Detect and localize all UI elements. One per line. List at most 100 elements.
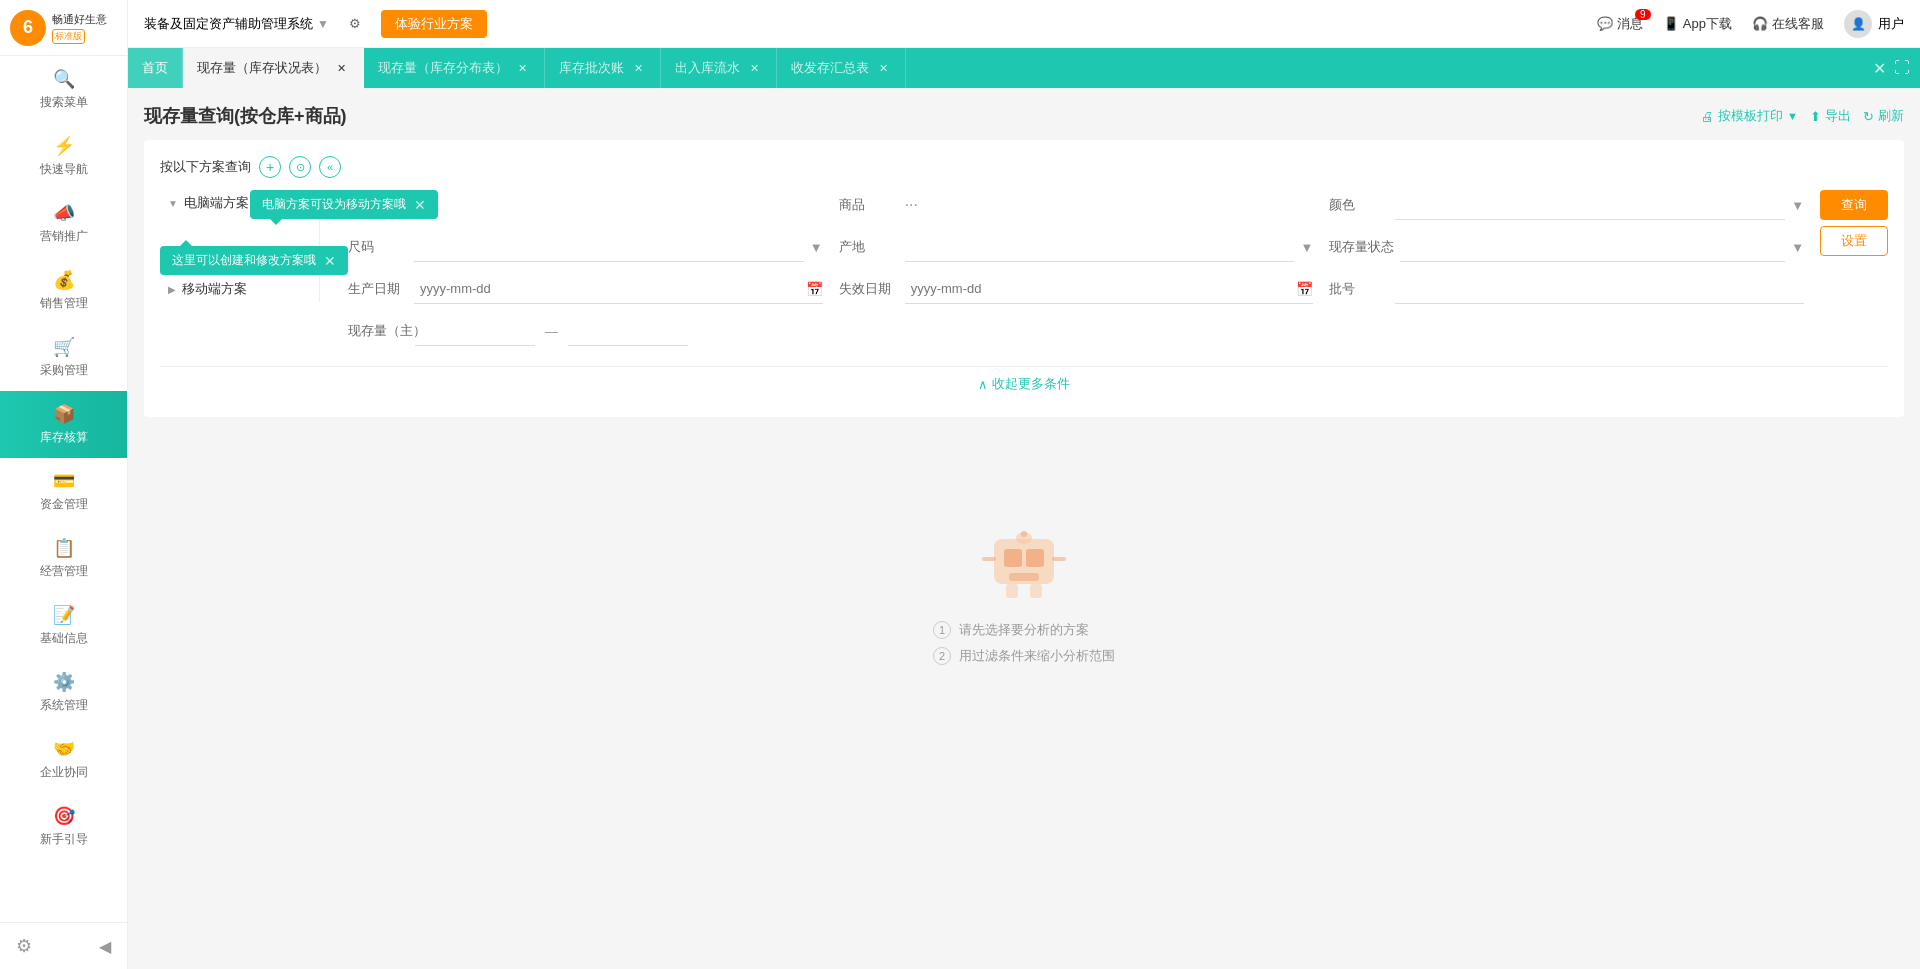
stock-qty-min-input[interactable]: [415, 316, 535, 346]
batch-input[interactable]: [1395, 274, 1804, 304]
sidebar-item-label: 销售管理: [40, 295, 88, 312]
sidebar-item-label: 搜索菜单: [40, 94, 88, 111]
color-dropdown-icon[interactable]: ▼: [1791, 198, 1804, 213]
dots-icon-2[interactable]: ···: [905, 196, 918, 214]
svg-rect-2: [1026, 549, 1044, 567]
page-actions: 🖨 按模板打印 ▼ ⬆ 导出 ↻ 刷新: [1701, 107, 1904, 125]
filter-clone-button[interactable]: ⊙: [289, 156, 311, 178]
tab-inventory-dist-label: 现存量（库存分布表）: [378, 59, 508, 77]
expand-icon[interactable]: ⛶: [1894, 59, 1910, 77]
export-button[interactable]: ⬆ 导出: [1810, 107, 1851, 125]
filter-field-color: 颜色 ▼: [1329, 190, 1804, 220]
sidebar-item-marketing[interactable]: 📣 营销推广: [0, 190, 127, 257]
sidebar-item-search[interactable]: 🔍 搜索菜单: [0, 56, 127, 123]
sidebar-item-enterprise[interactable]: 🤝 企业协同: [0, 726, 127, 793]
tooltip-pc-close[interactable]: ✕: [414, 197, 426, 213]
scheme-mobile-header[interactable]: ▶ 移动端方案: [160, 276, 307, 302]
online-service-button[interactable]: 🎧 在线客服: [1752, 15, 1824, 33]
tab-inventory-status[interactable]: 现存量（库存状况表） ✕: [183, 48, 364, 88]
stock-qty-max-input[interactable]: [568, 316, 688, 346]
collapse-label: 收起更多条件: [992, 375, 1070, 393]
svg-point-7: [1021, 531, 1027, 537]
sidebar-item-guide[interactable]: 🎯 新手引导: [0, 793, 127, 860]
filter-field-stock-status: 现存量状态 ▼: [1329, 232, 1804, 262]
size-dropdown-icon[interactable]: ▼: [810, 240, 823, 255]
goods-label: 商品: [839, 196, 899, 214]
refresh-button[interactable]: ↻ 刷新: [1863, 107, 1904, 125]
produce-date-input[interactable]: [414, 281, 806, 296]
sidebar-item-label: 营销推广: [40, 228, 88, 245]
calendar-icon-2[interactable]: 📅: [1296, 281, 1313, 297]
app-download-button[interactable]: 📱 App下载: [1663, 15, 1732, 33]
sidebar-item-system[interactable]: ⚙️ 系统管理: [0, 659, 127, 726]
empty-state: 1 请先选择要分析的方案 2 用过滤条件来缩小分析范围: [144, 429, 1904, 745]
user-menu[interactable]: 👤 用户: [1844, 10, 1904, 38]
tab-home-label: 首页: [142, 59, 168, 77]
industry-button[interactable]: 体验行业方案: [381, 10, 487, 38]
produce-date-label: 生产日期: [348, 280, 408, 298]
card-icon: 💳: [53, 470, 75, 492]
scheme-group-mobile: 这里可以创建和修改方案哦 ✕ ▶ 移动端方案: [160, 276, 307, 302]
tip-text-1: 请先选择要分析的方案: [959, 621, 1089, 639]
tab-close-batch-ledger[interactable]: ✕: [630, 60, 646, 76]
sidebar-item-finance[interactable]: 💳 资金管理: [0, 458, 127, 525]
tab-inventory-dist[interactable]: 现存量（库存分布表） ✕: [364, 48, 545, 88]
export-icon: ⬆: [1810, 109, 1821, 124]
stock-status-input[interactable]: [1400, 232, 1785, 262]
box-icon: 📦: [53, 403, 75, 425]
svg-rect-3: [1009, 573, 1039, 581]
sidebar-item-inventory[interactable]: 📦 库存核算: [0, 391, 127, 458]
phone-icon: 📱: [1663, 16, 1679, 31]
tab-close-inventory-dist[interactable]: ✕: [514, 60, 530, 76]
tip-text-2: 用过滤条件来缩小分析范围: [959, 647, 1115, 665]
sidebar-item-purchase[interactable]: 🛒 采购管理: [0, 324, 127, 391]
calendar-icon-1[interactable]: 📅: [806, 281, 823, 297]
system-selector[interactable]: 装备及固定资产辅助管理系统 ▼: [144, 15, 329, 33]
close-all-tabs-icon[interactable]: ✕: [1873, 59, 1886, 78]
origin-dropdown-icon[interactable]: ▼: [1300, 240, 1313, 255]
settings-bottom-icon[interactable]: ⚙: [16, 935, 32, 957]
search-button[interactable]: 查询: [1820, 190, 1888, 220]
empty-tip-2: 2 用过滤条件来缩小分析范围: [933, 647, 1115, 665]
chevron-down-icon: ▼: [168, 198, 178, 209]
filter-field-expire-date: 失效日期 📅: [839, 274, 1314, 304]
size-input[interactable]: [414, 232, 804, 262]
message-button[interactable]: 💬 消息 9: [1597, 15, 1643, 33]
origin-input[interactable]: [905, 232, 1295, 262]
chevron-down-icon: ▼: [317, 17, 329, 31]
expire-date-input[interactable]: [905, 281, 1297, 296]
sidebar-item-basic[interactable]: 📝 基础信息: [0, 592, 127, 659]
tooltip-edit-close[interactable]: ✕: [324, 253, 336, 269]
empty-tips: 1 请先选择要分析的方案 2 用过滤条件来缩小分析范围: [933, 621, 1115, 665]
tab-batch-ledger[interactable]: 库存批次账 ✕: [545, 48, 661, 88]
tab-close-inout-flow[interactable]: ✕: [746, 60, 762, 76]
collapse-sidebar-icon[interactable]: ◀: [99, 937, 111, 956]
produce-date-field: 📅: [414, 274, 823, 304]
filter-add-button[interactable]: +: [259, 156, 281, 178]
range-separator: —: [541, 324, 562, 339]
filter-back-button[interactable]: «: [319, 156, 341, 178]
tab-close-receive-summary[interactable]: ✕: [875, 60, 891, 76]
filter-field-stock-qty: 现存量（主） —: [348, 316, 688, 346]
sidebar-item-operations[interactable]: 📋 经营管理: [0, 525, 127, 592]
sidebar-item-quicknav[interactable]: ⚡ 快速导航: [0, 123, 127, 190]
sidebar-item-sales[interactable]: 💰 销售管理: [0, 257, 127, 324]
template-print-button[interactable]: 🖨 按模板打印 ▼: [1701, 107, 1798, 125]
tooltip-edit-text: 这里可以创建和修改方案哦: [172, 252, 316, 269]
note-icon: 📝: [53, 604, 75, 626]
filter-row-1: ··· 商品 ··· 颜色 ▼: [348, 190, 1804, 220]
message-icon: 💬: [1597, 16, 1613, 31]
stock-status-dropdown-icon[interactable]: ▼: [1791, 240, 1804, 255]
collapse-button[interactable]: ∧ 收起更多条件: [160, 366, 1888, 401]
logo-text: 畅通好生意 标准版: [52, 12, 107, 44]
tab-receive-summary[interactable]: 收发存汇总表 ✕: [777, 48, 906, 88]
tab-receive-summary-label: 收发存汇总表: [791, 59, 869, 77]
tab-home[interactable]: 首页: [128, 48, 183, 88]
color-input[interactable]: [1395, 190, 1785, 220]
tab-close-inventory-status[interactable]: ✕: [333, 60, 349, 76]
tab-inout-flow[interactable]: 出入库流水 ✕: [661, 48, 777, 88]
settings-button[interactable]: ⚙: [341, 10, 369, 38]
main-area: 装备及固定资产辅助管理系统 ▼ ⚙ 体验行业方案 💬 消息 9 📱 App下载 …: [128, 0, 1920, 969]
filter-fields-area: ··· 商品 ··· 颜色 ▼: [332, 190, 1804, 358]
reset-button[interactable]: 设置: [1820, 226, 1888, 256]
